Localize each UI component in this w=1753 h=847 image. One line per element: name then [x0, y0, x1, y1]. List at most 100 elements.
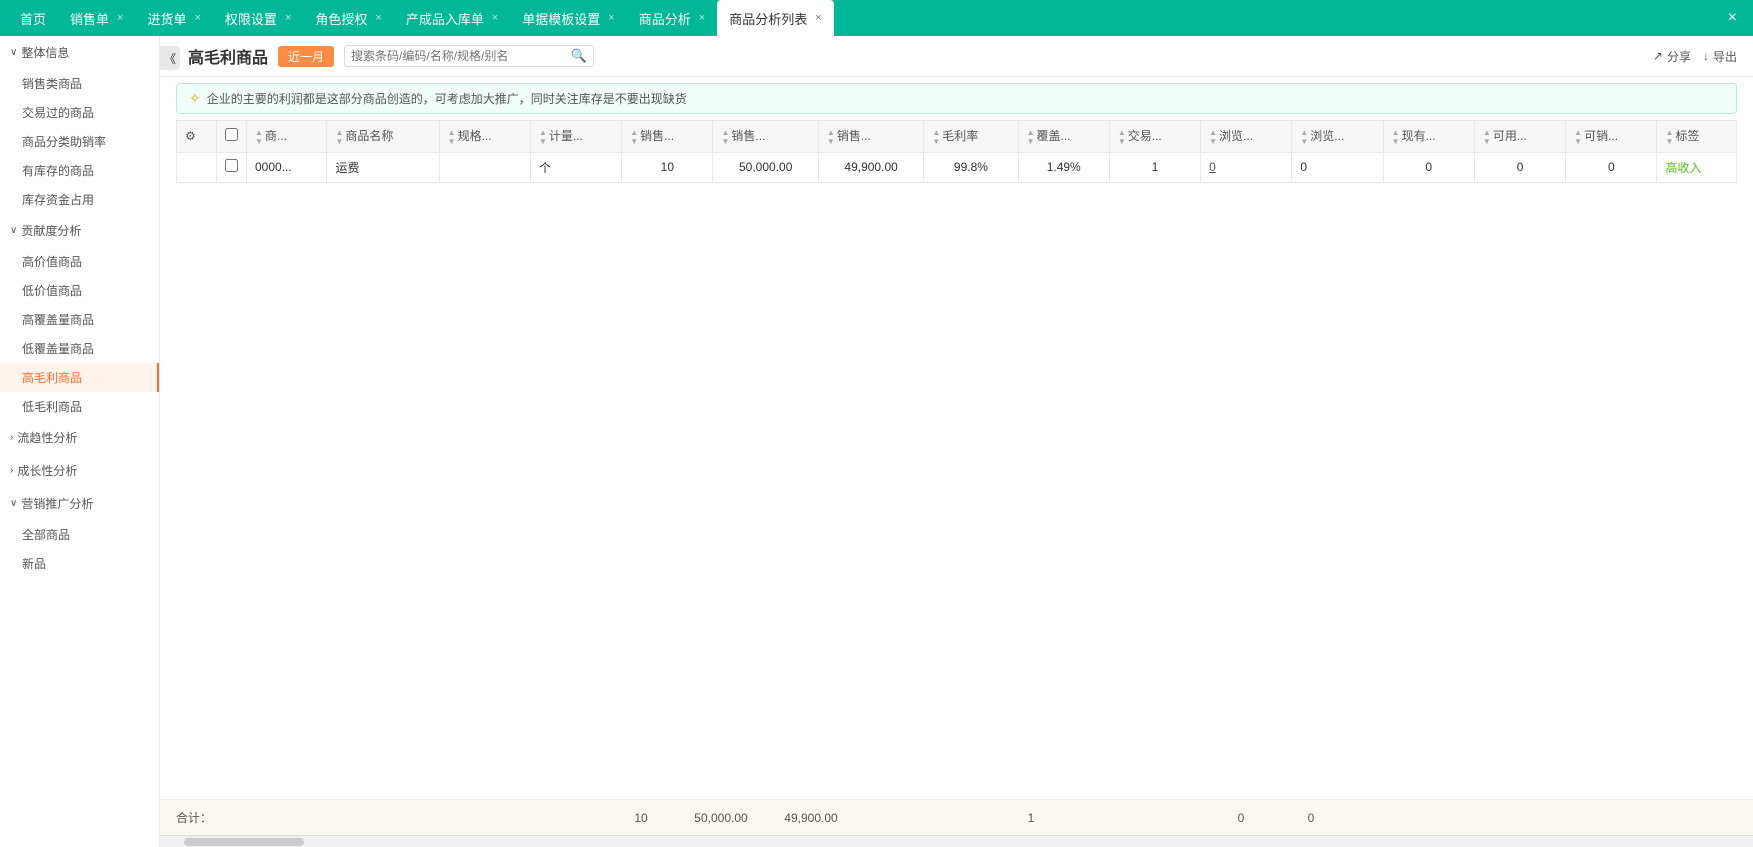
sidebar-item-有库存的商品[interactable]: 有库存的商品	[0, 156, 159, 185]
sort-icon: ▲▼	[721, 128, 729, 146]
cell-code: 0000...	[247, 152, 327, 182]
close-app-button[interactable]: ×	[1720, 9, 1745, 27]
share-button[interactable]: ↗ 分享	[1653, 48, 1691, 65]
sidebar-item-全部商品[interactable]: 全部商品	[0, 520, 159, 549]
chevron-icon: ∨	[10, 225, 17, 236]
data-table: ⚙▲▼商...▲▼商品名称▲▼规格...▲▼计量...▲▼销售...▲▼销售..…	[176, 120, 1737, 183]
nav-item-商品分析[interactable]: 商品分析×	[627, 0, 717, 36]
cell-tag: 高收入	[1657, 152, 1737, 182]
nav-item-权限设置[interactable]: 权限设置×	[213, 0, 303, 36]
col-header-view1[interactable]: ▲▼浏览...	[1201, 121, 1292, 153]
info-banner: ✧ 企业的主要的利润都是这部分商品创造的，可考虑加大推广，同时关注库存是不要出现…	[176, 83, 1737, 114]
view-link[interactable]: 0	[1209, 160, 1216, 174]
nav-item-角色授权[interactable]: 角色授权×	[303, 0, 393, 36]
sidebar-item-高价值商品[interactable]: 高价值商品	[0, 247, 159, 276]
col-header-coverage[interactable]: ▲▼覆盖...	[1018, 121, 1109, 153]
header-actions: ↗ 分享 ↓导出	[1653, 48, 1737, 65]
sidebar-section-label: 成长性分析	[17, 462, 77, 479]
col-header-name[interactable]: ▲▼商品名称	[327, 121, 439, 153]
cell-name: 运费	[327, 152, 439, 182]
sidebar-item-销售类商品[interactable]: 销售类商品	[0, 69, 159, 98]
info-icon: ✧	[189, 90, 201, 107]
col-header-settings[interactable]: ⚙	[177, 121, 217, 153]
sidebar-item-低覆盖量商品[interactable]: 低覆盖量商品	[0, 334, 159, 363]
nav-item-商品分析列表[interactable]: 商品分析列表×	[717, 0, 833, 36]
sort-icon: ▲▼	[1209, 128, 1217, 146]
sort-icon: ▲▼	[448, 128, 456, 146]
nav-item-首页[interactable]: 首页	[8, 0, 58, 36]
share-label: 分享	[1667, 48, 1691, 65]
footer-cell-sales_profit: 49,900.00	[766, 811, 856, 825]
select-all-checkbox[interactable]	[225, 128, 238, 141]
sidebar-section-label: 营销推广分析	[21, 495, 93, 512]
nav-close-icon[interactable]: ×	[699, 12, 705, 24]
cell-view1: 0	[1201, 152, 1292, 182]
cell-sales_profit: 49,900.00	[818, 152, 923, 182]
sidebar-item-新品[interactable]: 新品	[0, 549, 159, 578]
sidebar-section-label: 整体信息	[21, 44, 69, 61]
col-header-current[interactable]: ▲▼现有...	[1383, 121, 1474, 153]
top-nav: 首页销售单×进货单×权限设置×角色授权×产成品入库单×单据模板设置×商品分析×商…	[0, 0, 1753, 36]
sidebar-section-流趋性分析[interactable]: ›流趋性分析	[0, 421, 159, 454]
scroll-thumb[interactable]	[184, 838, 304, 846]
sidebar-section-整体信息[interactable]: ∨ 整体信息	[0, 36, 159, 69]
cell-gross_rate: 99.8%	[924, 152, 1018, 182]
sidebar-item-商品分类助销率[interactable]: 商品分类助销率	[0, 127, 159, 156]
sidebar-section-成长性分析[interactable]: ›成长性分析	[0, 454, 159, 487]
sidebar-section-贡献度分析[interactable]: ∨ 贡献度分析	[0, 214, 159, 247]
col-header-sales_profit[interactable]: ▲▼销售...	[818, 121, 923, 153]
nav-item-单据模板设置[interactable]: 单据模板设置×	[510, 0, 626, 36]
scrollbar-area[interactable]	[160, 835, 1753, 847]
export-button[interactable]: ↓导出	[1703, 48, 1737, 65]
col-header-tag[interactable]: ▲▼标签	[1657, 121, 1737, 153]
nav-close-icon[interactable]: ×	[375, 12, 381, 24]
col-header-sales_qty[interactable]: ▲▼销售...	[622, 121, 713, 153]
sort-icon: ▲▼	[630, 128, 638, 146]
col-header-code[interactable]: ▲▼商...	[247, 121, 327, 153]
col-header-available[interactable]: ▲▼可用...	[1474, 121, 1565, 153]
col-header-sales_amount[interactable]: ▲▼销售...	[713, 121, 818, 153]
search-input[interactable]	[351, 49, 571, 63]
sidebar-item-高毛利商品[interactable]: 高毛利商品	[0, 363, 159, 392]
row-checkbox[interactable]	[225, 159, 238, 172]
search-box: 🔍	[344, 45, 594, 67]
nav-item-销售单[interactable]: 销售单×	[58, 0, 135, 36]
sidebar-section-label: 流趋性分析	[17, 429, 77, 446]
sidebar-item-高覆盖量商品[interactable]: 高覆盖量商品	[0, 305, 159, 334]
content-area: 《 高毛利商品 近一月 🔍 ↗分享↓导出 ✧ 企业的主要的利润都是这部分商品创造…	[160, 36, 1753, 847]
sidebar-collapse-button[interactable]: 《	[160, 46, 180, 70]
nav-close-icon[interactable]: ×	[492, 12, 498, 24]
col-header-checkbox[interactable]	[217, 121, 247, 153]
sidebar-item-低毛利商品[interactable]: 低毛利商品	[0, 392, 159, 421]
search-icon: 🔍	[571, 48, 587, 64]
cell-checkbox	[217, 152, 247, 182]
nav-close-icon[interactable]: ×	[117, 12, 123, 24]
col-header-view2[interactable]: ▲▼浏览...	[1292, 121, 1383, 153]
chevron-icon: ∨	[10, 498, 17, 509]
col-header-sellable[interactable]: ▲▼可销...	[1566, 121, 1657, 153]
sidebar-item-库存资金占用[interactable]: 库存资金占用	[0, 185, 159, 214]
sort-icon: ▲▼	[1574, 128, 1582, 146]
col-header-gross_rate[interactable]: ▲▼毛利率	[924, 121, 1018, 153]
nav-item-进货单[interactable]: 进货单×	[135, 0, 212, 36]
sort-icon: ▲▼	[1483, 128, 1491, 146]
sidebar-item-低价值商品[interactable]: 低价值商品	[0, 276, 159, 305]
sort-icon: ▲▼	[1027, 128, 1035, 146]
table-row: 0000...运费个1050,000.0049,900.0099.8%1.49%…	[177, 152, 1737, 182]
chevron-icon: ∨	[10, 47, 17, 58]
filter-recent-month-button[interactable]: 近一月	[278, 46, 334, 67]
nav-close-icon[interactable]: ×	[194, 12, 200, 24]
nav-close-icon[interactable]: ×	[815, 12, 821, 24]
nav-close-icon[interactable]: ×	[608, 12, 614, 24]
sidebar-item-交易过的商品[interactable]: 交易过的商品	[0, 98, 159, 127]
sidebar-section-label: 贡献度分析	[21, 222, 81, 239]
nav-close-icon[interactable]: ×	[285, 12, 291, 24]
share-icon: ↗	[1653, 49, 1663, 63]
cell-coverage: 1.49%	[1018, 152, 1109, 182]
col-header-unit[interactable]: ▲▼计量...	[530, 121, 621, 153]
sidebar-section-营销推广分析[interactable]: ∨ 营销推广分析	[0, 487, 159, 520]
col-header-spec[interactable]: ▲▼规格...	[439, 121, 530, 153]
col-header-trade[interactable]: ▲▼交易...	[1109, 121, 1200, 153]
cell-trade: 1	[1109, 152, 1200, 182]
nav-item-产成品入库单[interactable]: 产成品入库单×	[394, 0, 510, 36]
